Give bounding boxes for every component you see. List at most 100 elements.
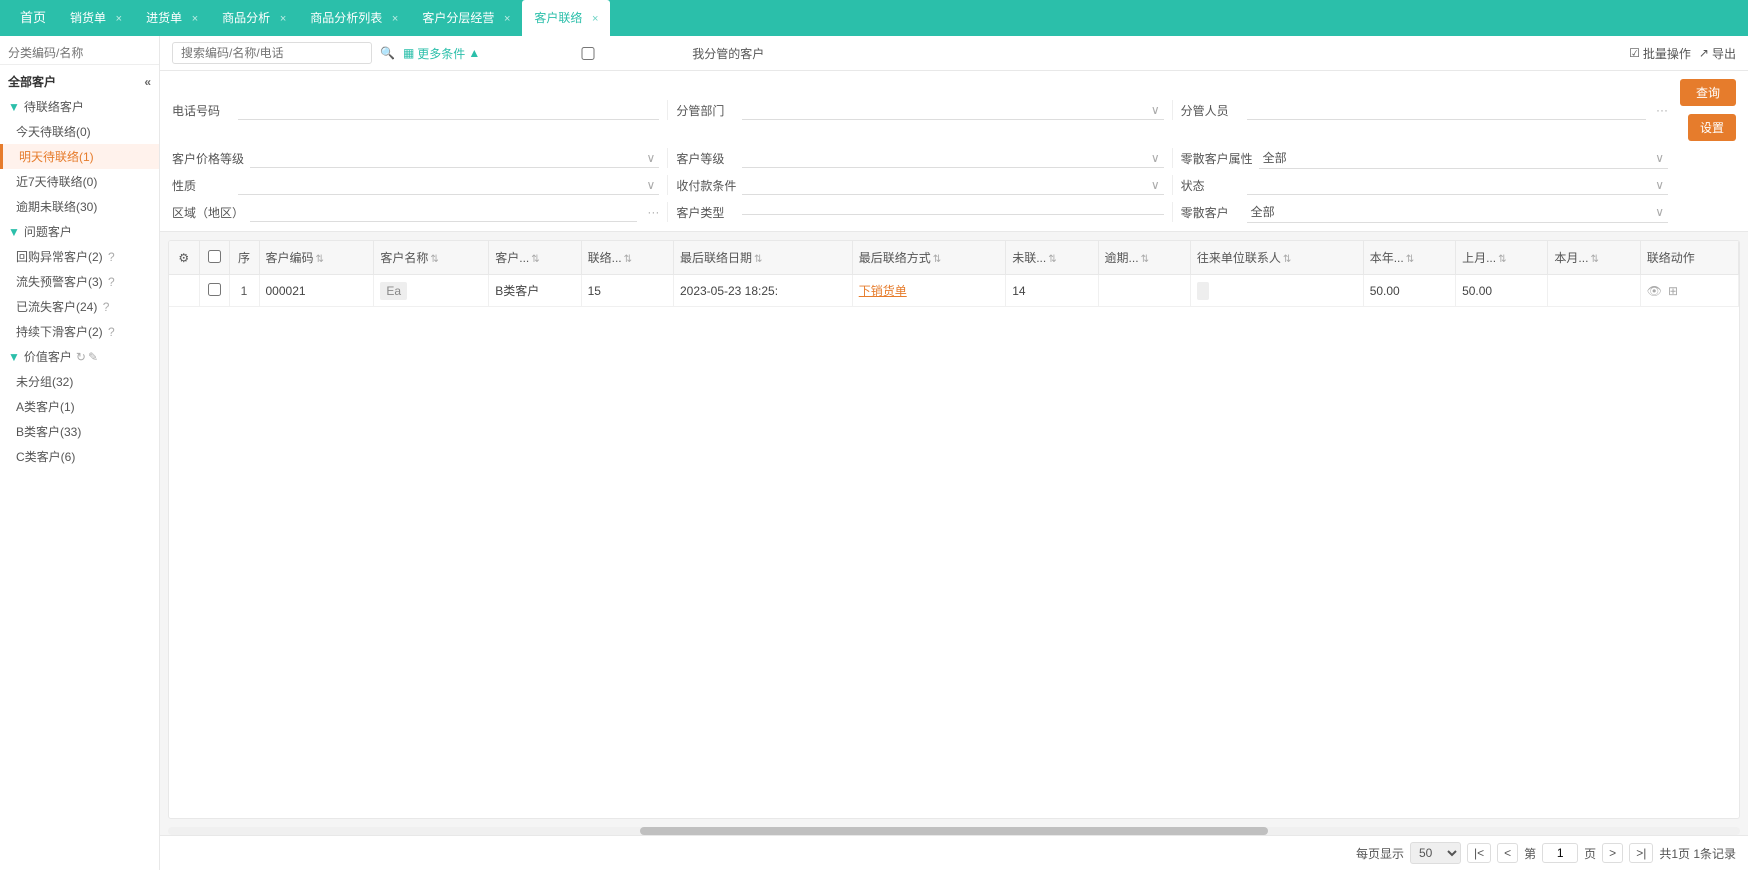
col-this-month[interactable]: 本月...⇅	[1548, 241, 1640, 275]
col-contact-count[interactable]: 联络...⇅	[581, 241, 673, 275]
row-last-contact-way[interactable]: 下销货单	[852, 275, 1005, 307]
col-last-month[interactable]: 上月...⇅	[1456, 241, 1548, 275]
close-product-analysis-list-icon[interactable]: ×	[392, 13, 398, 25]
query-button[interactable]: 查询	[1680, 79, 1736, 106]
chevron-down-icon-7: ∨	[1655, 178, 1664, 192]
nav-purchase-order[interactable]: 进货单 ×	[134, 0, 210, 36]
triangle-icon-2: ▼	[8, 225, 20, 239]
help-icon-1[interactable]: ?	[108, 250, 115, 264]
first-page-button[interactable]: |<	[1467, 843, 1491, 863]
phone-input[interactable]	[238, 101, 659, 120]
sidebar-item-c-class[interactable]: C类客户(6)	[0, 444, 159, 469]
sidebar-item-b-class[interactable]: B类客户(33)	[0, 419, 159, 444]
col-this-year[interactable]: 本年...⇅	[1363, 241, 1455, 275]
value-group[interactable]: ▼ 价值客户 ↻ ✎	[0, 344, 159, 369]
checkbox-icon: ☑	[1629, 46, 1640, 60]
sort-icon-month: ⇅	[1590, 254, 1598, 265]
export-button[interactable]: ↗ 导出	[1699, 45, 1736, 62]
row-checkbox[interactable]	[199, 275, 229, 307]
col-settings[interactable]: ⚙	[169, 241, 199, 275]
row-overdue	[1098, 275, 1190, 307]
sidebar-item-overdue[interactable]: 逾期未联络(30)	[0, 194, 159, 219]
search-button[interactable]: 🔍	[380, 46, 395, 60]
col-uncontacted[interactable]: 未联...⇅	[1006, 241, 1098, 275]
collapse-icon[interactable]: «	[144, 75, 151, 89]
page-input[interactable]	[1542, 843, 1578, 863]
region-input[interactable]	[250, 203, 637, 222]
row-gear	[169, 275, 199, 307]
prev-page-button[interactable]: <	[1497, 843, 1518, 863]
col-customer-category[interactable]: 客户...⇅	[489, 241, 581, 275]
refresh-icon[interactable]: ↻	[76, 350, 86, 364]
col-contact-person[interactable]: 往来单位联系人⇅	[1190, 241, 1363, 275]
dept-select[interactable]: ∨	[742, 101, 1163, 120]
col-last-contact-way[interactable]: 最后联络方式⇅	[852, 241, 1005, 275]
nav-customer-tier[interactable]: 客户分层经营 ×	[410, 0, 522, 36]
sidebar-item-tomorrow-pending[interactable]: 明天待联络(1)	[0, 144, 159, 169]
status-select[interactable]: ∨	[1247, 176, 1668, 195]
sort-icon-lastmonth: ⇅	[1498, 254, 1506, 265]
more-conditions-btn[interactable]: ▦ 更多条件 ▲	[403, 45, 480, 62]
close-customer-tier-icon[interactable]: ×	[504, 13, 510, 25]
select-all-checkbox[interactable]	[208, 250, 221, 263]
my-customers-checkbox[interactable]: 我分管的客户	[488, 45, 764, 62]
my-customers-check[interactable]	[488, 47, 688, 60]
sidebar-item-repurchase-abnormal[interactable]: 回购异常客户(2) ?	[0, 244, 159, 269]
action-buttons: 查询 设置	[1676, 79, 1736, 141]
per-page-select[interactable]: 50 20 100	[1410, 842, 1461, 864]
price-level-select[interactable]: ∨	[250, 149, 659, 168]
retail-customer-select[interactable]: 全部 ∨	[1247, 201, 1668, 223]
ellipsis-icon-1[interactable]: ···	[1656, 103, 1668, 117]
sidebar-item-ungrouped[interactable]: 未分组(32)	[0, 369, 159, 394]
row-select-checkbox[interactable]	[208, 283, 221, 296]
batch-op-button[interactable]: ☑ 批量操作	[1629, 45, 1691, 62]
close-product-analysis-icon[interactable]: ×	[280, 13, 286, 25]
edit-icon[interactable]: ✎	[88, 350, 98, 364]
grid-icon[interactable]: ⊞	[1668, 284, 1678, 298]
payment-terms-select[interactable]: ∨	[742, 176, 1163, 195]
sidebar-item-churned[interactable]: 已流失客户(24) ?	[0, 294, 159, 319]
row-this-year: 50.00	[1363, 275, 1455, 307]
last-page-button[interactable]: >|	[1629, 843, 1653, 863]
sidebar-search-input[interactable]	[8, 46, 160, 60]
sidebar-item-a-class[interactable]: A类客户(1)	[0, 394, 159, 419]
horizontal-scrollbar[interactable]	[168, 827, 1740, 835]
view-icon[interactable]: 👁	[1647, 284, 1662, 298]
customer-type-select[interactable]	[742, 210, 1163, 215]
row-category: B类客户	[489, 275, 581, 307]
retail-attr-select[interactable]: 全部 ∨	[1259, 147, 1668, 169]
ellipsis-icon-2[interactable]: ···	[647, 205, 659, 219]
close-purchase-order-icon[interactable]: ×	[192, 13, 198, 25]
col-checkbox[interactable]	[199, 241, 229, 275]
col-customer-name[interactable]: 客户名称⇅	[374, 241, 489, 275]
all-customers-header[interactable]: 全部客户 «	[0, 69, 159, 94]
manager-input[interactable]	[1247, 101, 1646, 120]
col-customer-code[interactable]: 客户编码⇅	[259, 241, 374, 275]
sidebar-item-churn-warning[interactable]: 流失预警客户(3) ?	[0, 269, 159, 294]
scrollbar-thumb[interactable]	[640, 827, 1269, 835]
sidebar-item-7days-pending[interactable]: 近7天待联络(0)	[0, 169, 159, 194]
nature-select[interactable]: ∨	[238, 176, 659, 195]
problem-group[interactable]: ▼ 问题客户	[0, 219, 159, 244]
nav-product-analysis[interactable]: 商品分析 ×	[210, 0, 298, 36]
next-page-button[interactable]: >	[1602, 843, 1623, 863]
help-icon-3[interactable]: ?	[103, 300, 110, 314]
nav-product-analysis-list[interactable]: 商品分析列表 ×	[298, 0, 410, 36]
pending-group[interactable]: ▼ 待联络客户	[0, 94, 159, 119]
settings-button[interactable]: 设置	[1688, 114, 1736, 141]
sort-icon-contact: ⇅	[624, 254, 632, 265]
col-last-contact-date[interactable]: 最后联络日期⇅	[673, 241, 852, 275]
col-overdue[interactable]: 逾期...⇅	[1098, 241, 1190, 275]
customer-level-select[interactable]: ∨	[742, 149, 1163, 168]
nav-sales-order[interactable]: 销货单 ×	[58, 0, 134, 36]
help-icon-2[interactable]: ?	[108, 275, 115, 289]
help-icon-4[interactable]: ?	[108, 325, 115, 339]
nav-customer-contact[interactable]: 客户联络 ×	[522, 0, 610, 36]
search-input[interactable]	[172, 42, 372, 64]
close-customer-contact-icon[interactable]: ×	[592, 13, 598, 25]
nav-home[interactable]: 首页	[8, 0, 58, 36]
sidebar-item-declining[interactable]: 持续下滑客户(2) ?	[0, 319, 159, 344]
close-sales-order-icon[interactable]: ×	[116, 13, 122, 25]
table-footer: 每页显示 50 20 100 |< < 第 页 > >| 共1页 1条记录	[160, 835, 1748, 870]
sidebar-item-today-pending[interactable]: 今天待联络(0)	[0, 119, 159, 144]
